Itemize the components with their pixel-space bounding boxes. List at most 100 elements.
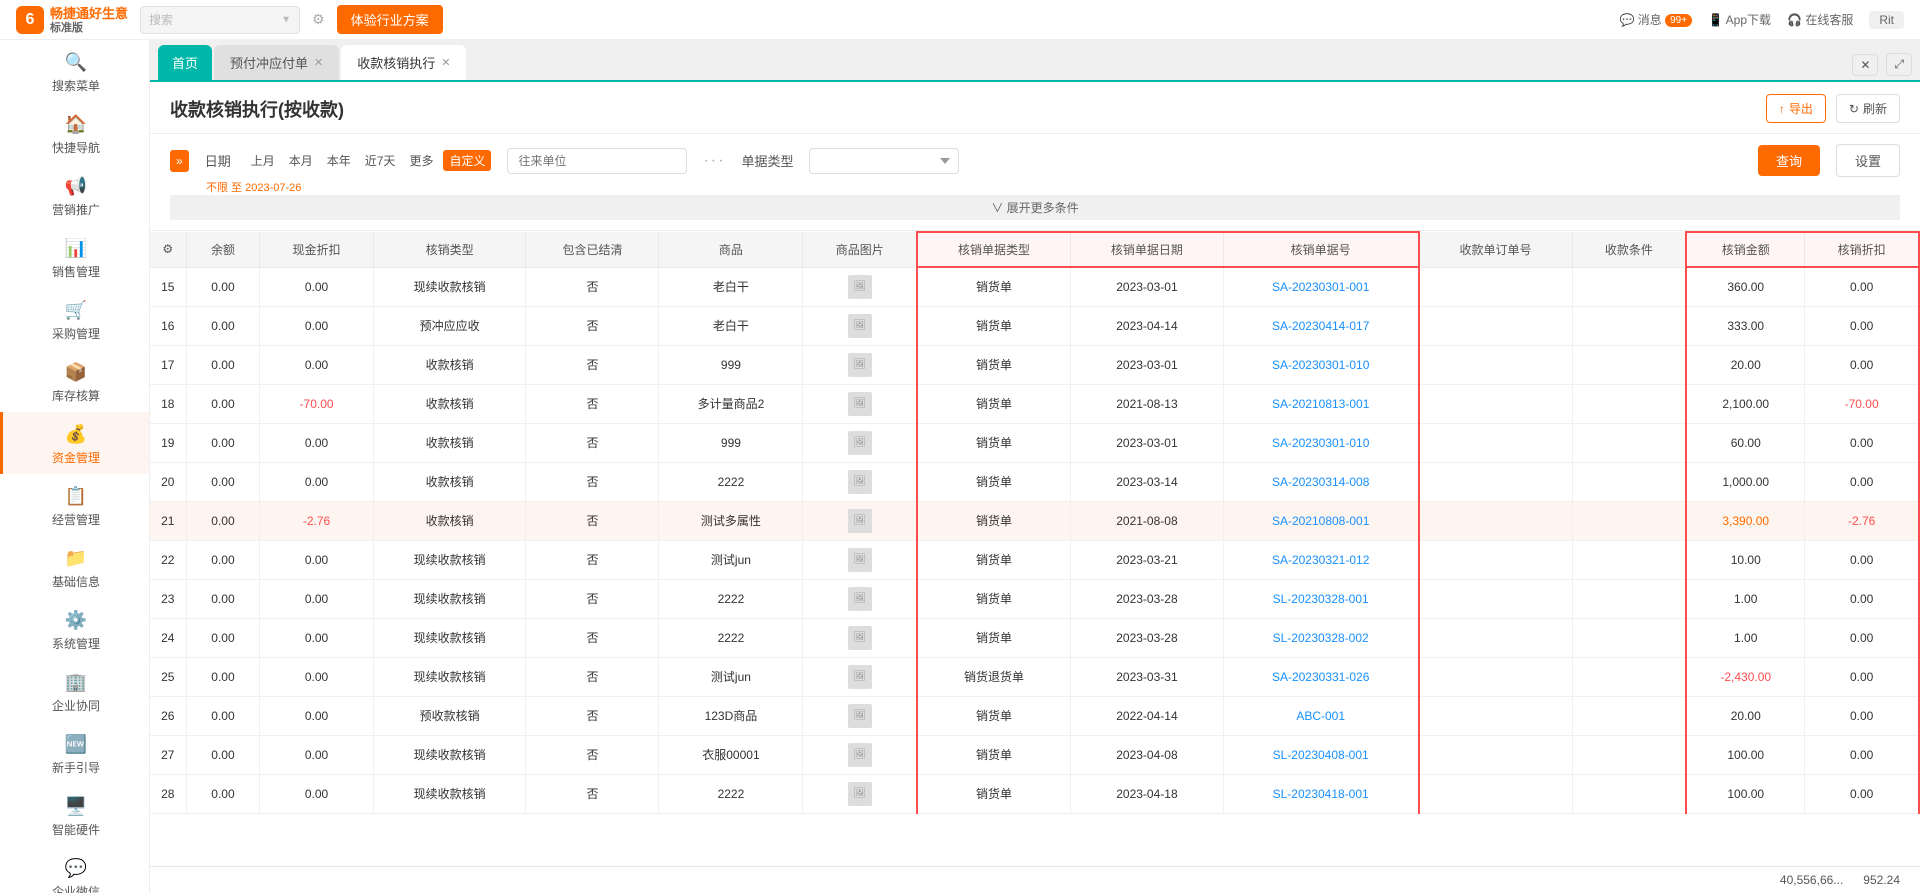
td-include-settled: 否 [526,540,659,579]
sidebar-item-wechat[interactable]: 💬 企业微信 [0,846,149,893]
date-btn-more[interactable]: 更多 [405,150,437,171]
sidebar-item-purchase[interactable]: 🛒 采购管理 [0,288,149,350]
sidebar-item-quick-nav[interactable]: 🏠 快捷导航 [0,102,149,164]
table-row: 21 0.00 -2.76 收款核销 否 测试多属性 🖼 销货单 2021-08… [150,501,1919,540]
sidebar-item-marketing[interactable]: 📢 营销推广 [0,164,149,226]
th-cash-discount: 现金折扣 [260,232,373,267]
td-voucher-no: SL-20230408-001 [1223,735,1418,774]
tab-home[interactable]: 首页 [158,45,212,80]
td-verify-type: 现续收款核销 [373,774,526,813]
refresh-label: 刷新 [1863,100,1887,117]
edition-label: 标准版 [50,22,128,35]
setting-btn[interactable]: 设置 [1836,144,1900,177]
top-search-box[interactable]: 搜索 ▼ [140,6,300,34]
td-voucher-type: 销货单 [917,306,1071,345]
td-receipt-condition [1572,501,1686,540]
footer-total-amount: 40,556,66... [1780,873,1843,887]
messages-label: 消息 [1638,13,1662,27]
sidebar-item-corp[interactable]: 🏢 企业协同 [0,660,149,722]
app-download-btn[interactable]: 📱 App下载 [1708,11,1771,28]
td-goods-img: 🖼 [803,423,917,462]
table-row: 24 0.00 0.00 现续收款核销 否 2222 🖼 销货单 2023-03… [150,618,1919,657]
td-cash-discount: 0.00 [260,306,373,345]
td-receipt-condition [1572,267,1686,306]
sidebar-item-inventory[interactable]: 📦 库存核算 [0,350,149,412]
user-label[interactable]: Rit [1869,11,1904,29]
messages-btn[interactable]: 💬 消息 99+ [1619,11,1692,28]
td-verify-discount: 0.00 [1805,423,1919,462]
table-row: 28 0.00 0.00 现续收款核销 否 2222 🖼 销货单 2023-04… [150,774,1919,813]
sidebar-item-sales[interactable]: 📊 销售管理 [0,226,149,288]
sidebar-item-system[interactable]: ⚙️ 系统管理 [0,598,149,660]
sidebar-item-guide[interactable]: 🆕 新手引导 [0,722,149,784]
td-receipt-condition [1572,306,1686,345]
td-voucher-type: 销货单 [917,540,1071,579]
table-footer: 40,556,66... 952.24 [150,866,1920,893]
td-row-num: 22 [150,540,186,579]
sales-icon: 📊 [65,238,87,259]
td-voucher-no: SA-20230314-008 [1223,462,1418,501]
voucher-type-select[interactable] [809,148,959,174]
td-include-settled: 否 [526,774,659,813]
sidebar-item-hardware[interactable]: 🖥️ 智能硬件 [0,784,149,846]
td-receipt-condition [1572,579,1686,618]
date-btn-last-month[interactable]: 上月 [247,150,279,171]
sidebar-item-finance[interactable]: 💰 资金管理 [0,412,149,474]
td-cash-discount: 0.00 [260,345,373,384]
filter-dots: ··· [703,152,725,170]
td-cash-discount: 0.00 [260,696,373,735]
tab-maximize-btn[interactable]: ⤢ [1886,53,1912,76]
online-service-btn[interactable]: 🎧 在线客服 [1787,11,1853,28]
date-range-display: 不限 至 2023-07-26 [206,179,301,195]
sidebar-item-base-info[interactable]: 📁 基础信息 [0,536,149,598]
date-btn-this-month[interactable]: 本月 [285,150,317,171]
settings-icon[interactable]: ⚙ [312,11,325,28]
td-verify-amount: 20.00 [1686,696,1805,735]
date-btn-this-year[interactable]: 本年 [323,150,355,171]
td-row-num: 20 [150,462,186,501]
sidebar-item-operations[interactable]: 📋 经营管理 [0,474,149,536]
tab-prepay[interactable]: 预付冲应付单 ✕ [214,45,339,80]
td-verify-amount: 360.00 [1686,267,1805,306]
sidebar-item-label-search: 搜索菜单 [52,77,100,94]
td-receipt-condition [1572,345,1686,384]
expand-more-bar[interactable]: ∨ 展开更多条件 [170,195,1900,220]
td-goods: 老白干 [659,306,803,345]
industry-btn[interactable]: 体验行业方案 [337,5,443,34]
td-cash-discount: 0.00 [260,423,373,462]
th-gear[interactable]: ⚙ [150,232,186,267]
date-btn-7days[interactable]: 近7天 [361,150,400,171]
td-receipt-order [1419,657,1573,696]
th-balance: 余额 [186,232,260,267]
td-balance: 0.00 [186,774,260,813]
td-goods-img: 🖼 [803,345,917,384]
td-voucher-date: 2021-08-13 [1071,384,1224,423]
voucher-type-label: 单据类型 [741,151,793,170]
td-goods-img: 🖼 [803,462,917,501]
td-goods-img: 🖼 [803,306,917,345]
td-voucher-type: 销货单 [917,384,1071,423]
th-receipt-order: 收款单订单号 [1419,232,1573,267]
tab-receipt-close[interactable]: ✕ [441,56,450,69]
td-receipt-order [1419,774,1573,813]
filter-expand-btn[interactable]: » [170,150,189,172]
td-goods: 测试jun [659,657,803,696]
refresh-btn[interactable]: ↻ 刷新 [1836,94,1900,123]
query-btn[interactable]: 查询 [1758,145,1820,176]
td-verify-type: 现续收款核销 [373,579,526,618]
th-goods: 商品 [659,232,803,267]
td-balance: 0.00 [186,462,260,501]
tab-prepay-close[interactable]: ✕ [314,56,323,69]
td-verify-discount: 0.00 [1805,462,1919,501]
export-btn[interactable]: ↑ 导出 [1766,94,1826,123]
th-voucher-date: 核销单据日期 [1071,232,1224,267]
td-voucher-date: 2023-03-28 [1071,618,1224,657]
td-row-num: 27 [150,735,186,774]
tab-receipt[interactable]: 收款核销执行 ✕ [341,45,466,80]
partner-input[interactable] [507,148,687,174]
top-bar-left: 6 畅捷通好生意 标准版 搜索 ▼ ⚙ 体验行业方案 [16,3,443,35]
date-btn-custom[interactable]: 自定义 [443,150,491,171]
tab-close-all-btn[interactable]: ✕ [1852,54,1878,76]
td-balance: 0.00 [186,735,260,774]
sidebar-item-search-menu[interactable]: 🔍 搜索菜单 [0,40,149,102]
